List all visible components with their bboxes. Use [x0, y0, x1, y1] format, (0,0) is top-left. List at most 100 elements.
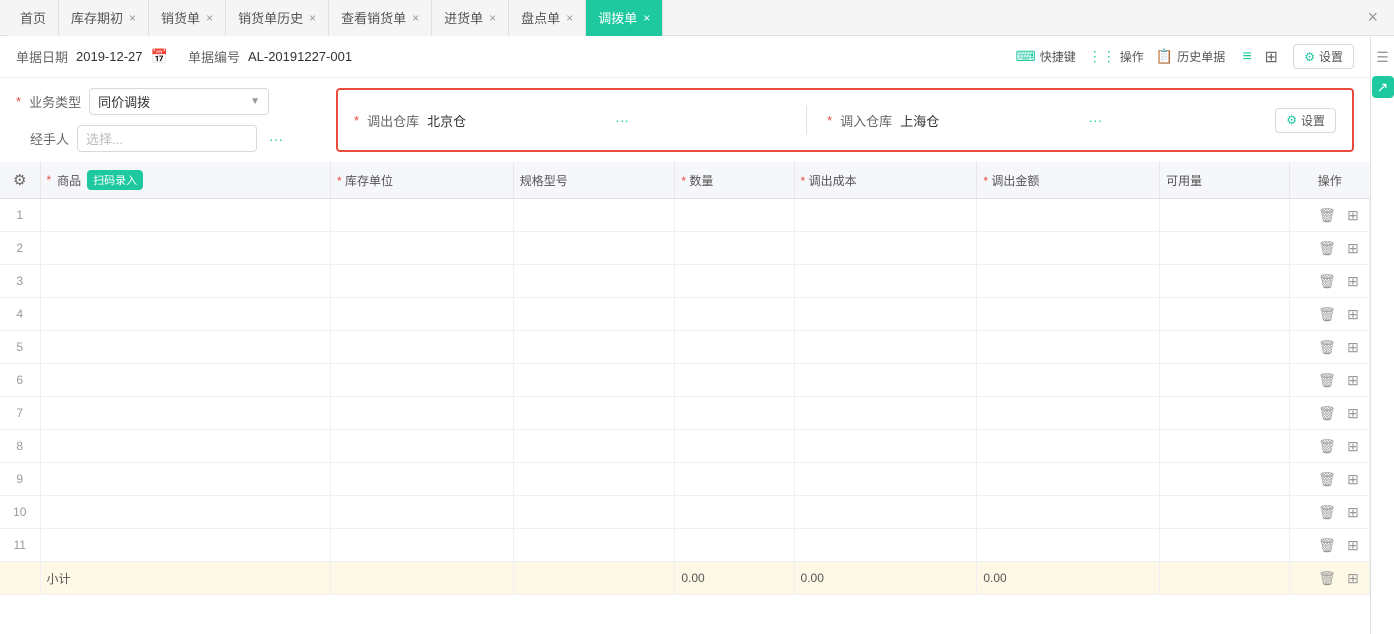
row-product[interactable] — [40, 265, 330, 298]
transfer-in-more-btn[interactable]: ··· — [1088, 112, 1102, 128]
tab-purchase-order-close[interactable]: × — [489, 11, 496, 25]
delete-row-icon[interactable]: 🗑 — [1317, 205, 1337, 225]
row-amount[interactable] — [977, 364, 1160, 397]
row-spec[interactable] — [513, 430, 675, 463]
row-product[interactable] — [40, 331, 330, 364]
row-available[interactable] — [1160, 199, 1290, 232]
transfer-out-more-btn[interactable]: ··· — [615, 112, 629, 128]
row-spec[interactable] — [513, 496, 675, 529]
delete-row-icon[interactable]: 🗑 — [1317, 403, 1337, 423]
delete-row-icon[interactable]: 🗑 — [1317, 304, 1337, 324]
row-qty[interactable] — [675, 364, 794, 397]
ops-btn[interactable]: ⋮⋮ 操作 — [1088, 48, 1144, 65]
row-product[interactable] — [40, 199, 330, 232]
copy-row-icon[interactable]: ⊞ — [1343, 469, 1363, 489]
row-cost[interactable] — [794, 430, 977, 463]
row-qty[interactable] — [675, 265, 794, 298]
row-spec[interactable] — [513, 463, 675, 496]
copy-row-icon[interactable]: ⊞ — [1343, 535, 1363, 555]
row-cost[interactable] — [794, 496, 977, 529]
row-available[interactable] — [1160, 232, 1290, 265]
tab-transfer-order[interactable]: 调拨单 × — [586, 0, 663, 36]
row-cost[interactable] — [794, 529, 977, 562]
tab-inventory-check-close[interactable]: × — [566, 11, 573, 25]
row-cost[interactable] — [794, 463, 977, 496]
tab-home[interactable]: 首页 — [8, 0, 59, 36]
person-select[interactable]: 选择... — [77, 125, 257, 152]
row-product[interactable] — [40, 463, 330, 496]
row-product[interactable] — [40, 496, 330, 529]
transfer-out-input[interactable] — [427, 113, 603, 128]
settings-button[interactable]: ⚙ 设置 — [1293, 44, 1354, 69]
tab-transfer-order-close[interactable]: × — [643, 11, 650, 25]
delete-row-icon[interactable]: 🗑 — [1317, 502, 1337, 522]
row-amount[interactable] — [977, 430, 1160, 463]
row-unit[interactable] — [330, 496, 513, 529]
tab-inventory-check[interactable]: 盘点单 × — [509, 0, 586, 36]
row-unit[interactable] — [330, 397, 513, 430]
row-unit[interactable] — [330, 298, 513, 331]
delete-row-icon[interactable]: 🗑 — [1317, 238, 1337, 258]
copy-row-icon[interactable]: ⊞ — [1343, 403, 1363, 423]
row-unit[interactable] — [330, 529, 513, 562]
row-spec[interactable] — [513, 331, 675, 364]
row-product[interactable] — [40, 232, 330, 265]
delete-row-icon[interactable]: 🗑 — [1317, 535, 1337, 555]
tab-view-sales-close[interactable]: × — [412, 11, 419, 25]
row-qty[interactable] — [675, 529, 794, 562]
sidebar-export-icon[interactable]: ↗ — [1372, 76, 1394, 98]
biz-type-select[interactable]: 同价调拨 ▼ — [89, 88, 269, 115]
row-spec[interactable] — [513, 364, 675, 397]
row-amount[interactable] — [977, 529, 1160, 562]
delete-row-icon[interactable]: 🗑 — [1317, 436, 1337, 456]
copy-row-icon[interactable]: ⊞ — [1343, 370, 1363, 390]
row-available[interactable] — [1160, 463, 1290, 496]
row-amount[interactable] — [977, 397, 1160, 430]
sidebar-list-icon[interactable]: ☰ — [1372, 46, 1394, 68]
row-unit[interactable] — [330, 364, 513, 397]
row-amount[interactable] — [977, 298, 1160, 331]
row-spec[interactable] — [513, 298, 675, 331]
row-amount[interactable] — [977, 232, 1160, 265]
row-available[interactable] — [1160, 397, 1290, 430]
row-available[interactable] — [1160, 298, 1290, 331]
delete-row-icon[interactable]: 🗑 — [1317, 337, 1337, 357]
row-spec[interactable] — [513, 397, 675, 430]
copy-row-icon[interactable]: ⊞ — [1343, 337, 1363, 357]
copy-row-icon[interactable]: ⊞ — [1343, 436, 1363, 456]
row-qty[interactable] — [675, 463, 794, 496]
row-cost[interactable] — [794, 232, 977, 265]
row-spec[interactable] — [513, 199, 675, 232]
row-amount[interactable] — [977, 496, 1160, 529]
table-settings-icon[interactable]: ⚙ — [13, 172, 26, 189]
row-amount[interactable] — [977, 463, 1160, 496]
tab-sales-order[interactable]: 销货单 × — [149, 0, 226, 36]
row-available[interactable] — [1160, 430, 1290, 463]
row-unit[interactable] — [330, 430, 513, 463]
row-cost[interactable] — [794, 199, 977, 232]
row-qty[interactable] — [675, 232, 794, 265]
row-cost[interactable] — [794, 364, 977, 397]
row-cost[interactable] — [794, 298, 977, 331]
row-unit[interactable] — [330, 232, 513, 265]
row-unit[interactable] — [330, 463, 513, 496]
delete-row-icon[interactable]: 🗑 — [1317, 370, 1337, 390]
row-product[interactable] — [40, 529, 330, 562]
grid-view-icon[interactable]: ⊞ — [1261, 47, 1281, 67]
row-product[interactable] — [40, 430, 330, 463]
row-amount[interactable] — [977, 331, 1160, 364]
row-unit[interactable] — [330, 199, 513, 232]
row-qty[interactable] — [675, 430, 794, 463]
list-view-icon[interactable]: ≡ — [1237, 47, 1257, 67]
row-amount[interactable] — [977, 199, 1160, 232]
copy-row-icon[interactable]: ⊞ — [1343, 271, 1363, 291]
subtotal-delete-icon[interactable]: 🗑 — [1317, 568, 1337, 588]
row-spec[interactable] — [513, 529, 675, 562]
row-spec[interactable] — [513, 232, 675, 265]
tab-sales-order-close[interactable]: × — [206, 11, 213, 25]
row-cost[interactable] — [794, 397, 977, 430]
calendar-icon[interactable]: 📅 — [151, 48, 168, 65]
tab-sales-history-close[interactable]: × — [309, 11, 316, 25]
row-available[interactable] — [1160, 496, 1290, 529]
window-close-button[interactable]: × — [1359, 7, 1386, 28]
